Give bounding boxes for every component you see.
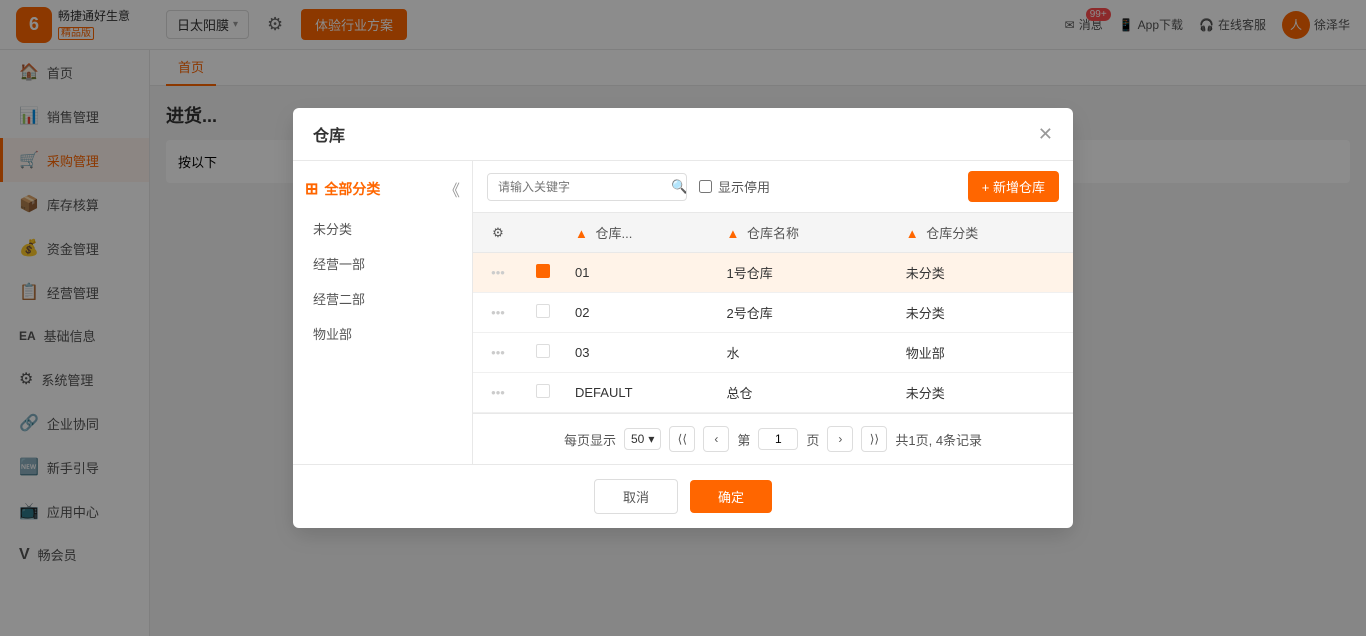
th-name: ▲ 仓库名称 (714, 213, 893, 253)
first-page-button[interactable]: ⟨⟨ (669, 426, 695, 452)
row-actions: ••• (473, 253, 523, 293)
row-checkbox[interactable] (536, 384, 550, 398)
th-checkbox (523, 213, 563, 253)
modal-footer: 取消 确定 (293, 464, 1073, 528)
search-input[interactable] (488, 175, 663, 199)
row-code: 02 (563, 293, 714, 333)
row-code: 01 (563, 253, 714, 293)
collapse-button[interactable]: 《 (444, 177, 460, 201)
row-name: 2号仓库 (714, 293, 893, 333)
toolbar-right: + 新增仓库 (968, 171, 1059, 202)
last-page-button[interactable]: ⟩⟩ (861, 426, 887, 452)
modal-header: 仓库 ✕ (293, 108, 1073, 161)
cancel-button[interactable]: 取消 (594, 479, 678, 514)
toolbar-left: 🔍 显示停用 (487, 173, 770, 201)
row-category: 未分类 (894, 253, 1073, 293)
row-action-icon: ••• (491, 305, 505, 320)
modal-close-button[interactable]: ✕ (1038, 125, 1053, 143)
all-categories[interactable]: ⊞ 全部分类 (305, 179, 380, 199)
grid-icon: ⊞ (305, 179, 318, 199)
row-checkbox[interactable] (536, 344, 550, 358)
th-settings: ⚙ (473, 213, 523, 253)
row-checkbox-cell[interactable] (523, 333, 563, 373)
row-name: 总仓 (714, 373, 893, 413)
page-number-input[interactable] (758, 428, 798, 450)
page-size-chevron: ▾ (648, 432, 654, 446)
row-name: 水 (714, 333, 893, 373)
row-category: 未分类 (894, 293, 1073, 333)
table-row[interactable]: ••• DEFAULT 总仓 未分类 (473, 373, 1073, 413)
row-code: DEFAULT (563, 373, 714, 413)
prev-page-button[interactable]: ‹ (703, 426, 729, 452)
right-panel: 🔍 显示停用 + 新增仓库 (473, 161, 1073, 464)
row-category: 未分类 (894, 373, 1073, 413)
next-page-button[interactable]: › (827, 426, 853, 452)
row-actions: ••• (473, 293, 523, 333)
table-container: ⚙ ▲ 仓库... ▲ 仓库名称 (473, 213, 1073, 413)
row-checkbox[interactable] (536, 264, 550, 278)
modal-overlay: 仓库 ✕ ⊞ 全部分类 《 未分类 经营一部 经营二部 物业部 (0, 0, 1366, 636)
row-action-icon: ••• (491, 345, 505, 360)
show-disabled-checkbox[interactable] (699, 180, 712, 193)
row-checkbox-cell[interactable] (523, 293, 563, 333)
th-code: ▲ 仓库... (563, 213, 714, 253)
confirm-button[interactable]: 确定 (690, 480, 772, 513)
add-warehouse-button[interactable]: + 新增仓库 (968, 171, 1059, 202)
warehouse-modal: 仓库 ✕ ⊞ 全部分类 《 未分类 经营一部 经营二部 物业部 (293, 108, 1073, 528)
row-checkbox-cell[interactable] (523, 253, 563, 293)
category-item-ops2[interactable]: 经营二部 (293, 281, 472, 316)
row-category: 物业部 (894, 333, 1073, 373)
row-checkbox[interactable] (536, 304, 550, 318)
sort-icon-cat: ▲ (906, 226, 919, 241)
row-action-icon: ••• (491, 385, 505, 400)
search-box: 🔍 (487, 173, 687, 201)
category-item-property[interactable]: 物业部 (293, 316, 472, 351)
sort-icon: ▲ (575, 226, 588, 241)
left-panel-header: ⊞ 全部分类 《 (293, 171, 472, 211)
category-item-unclassified[interactable]: 未分类 (293, 211, 472, 246)
show-disabled-label[interactable]: 显示停用 (699, 177, 770, 196)
search-button[interactable]: 🔍 (663, 174, 687, 200)
modal-title: 仓库 (313, 122, 345, 146)
table-row[interactable]: ••• 01 1号仓库 未分类 (473, 253, 1073, 293)
modal-body: ⊞ 全部分类 《 未分类 经营一部 经营二部 物业部 🔍 (293, 161, 1073, 464)
table-row[interactable]: ••• 02 2号仓库 未分类 (473, 293, 1073, 333)
page-size-select[interactable]: 50 ▾ (624, 428, 661, 450)
table-row[interactable]: ••• 03 水 物业部 (473, 333, 1073, 373)
row-checkbox-cell[interactable] (523, 373, 563, 413)
row-code: 03 (563, 333, 714, 373)
row-action-icon: ••• (491, 265, 505, 280)
table-toolbar: 🔍 显示停用 + 新增仓库 (473, 161, 1073, 213)
left-panel: ⊞ 全部分类 《 未分类 经营一部 经营二部 物业部 (293, 161, 473, 464)
sort-icon-name: ▲ (726, 226, 739, 241)
category-item-ops1[interactable]: 经营一部 (293, 246, 472, 281)
th-category: ▲ 仓库分类 (894, 213, 1073, 253)
warehouse-table: ⚙ ▲ 仓库... ▲ 仓库名称 (473, 213, 1073, 413)
row-actions: ••• (473, 373, 523, 413)
row-actions: ••• (473, 333, 523, 373)
row-name: 1号仓库 (714, 253, 893, 293)
pagination: 每页显示 50 ▾ ⟨⟨ ‹ 第 页 › ⟩⟩ 共1页, 4条记录 (473, 413, 1073, 464)
